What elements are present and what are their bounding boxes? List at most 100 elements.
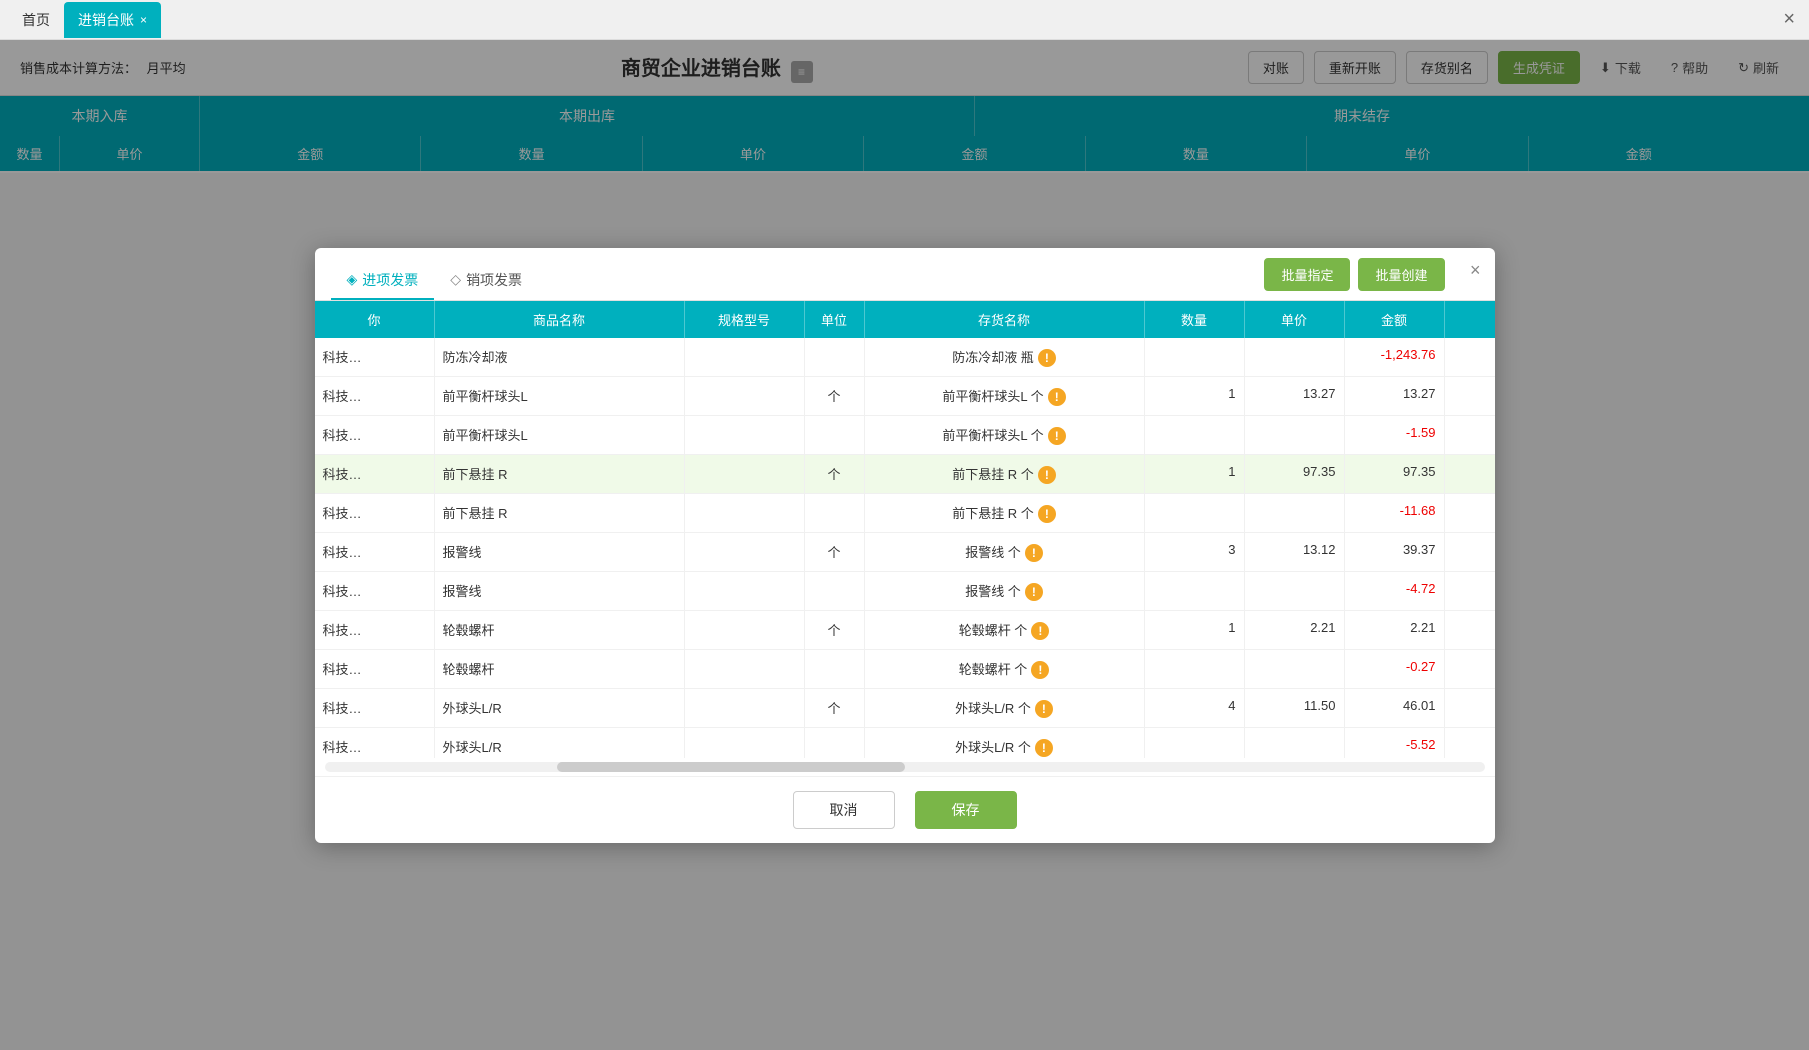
modal-table-body: 科技…防冻冷却液防冻冷却液 瓶!-1,243.76科技…前平衡杆球头L个前平衡杆… bbox=[315, 338, 1495, 758]
table-cell bbox=[1245, 338, 1345, 376]
table-row[interactable]: 科技…外球头L/R 外球头L/R 个! -5.52 bbox=[315, 728, 1495, 758]
th-col8: 金额 bbox=[1345, 301, 1445, 338]
batch-create-button[interactable]: 批量创建 bbox=[1358, 258, 1444, 291]
cancel-button[interactable]: 取消 bbox=[793, 791, 895, 829]
table-cell: 科技… bbox=[315, 494, 435, 532]
table-cell bbox=[685, 533, 805, 571]
table-cell: 外球头L/R 个! bbox=[865, 728, 1145, 758]
save-button[interactable]: 保存 bbox=[915, 791, 1017, 829]
th-col3: 规格型号 bbox=[685, 301, 805, 338]
modal-overlay: ◈ 进项发票 ◇ 销项发票 批量指定 批量创建 × 你 bbox=[0, 40, 1809, 1050]
batch-assign-button[interactable]: 批量指定 bbox=[1264, 258, 1350, 291]
table-row[interactable]: 科技…报警线报警线 个!-4.72 bbox=[315, 572, 1495, 611]
tab-in-invoice[interactable]: ◈ 进项发票 bbox=[331, 262, 435, 300]
table-cell bbox=[1245, 416, 1345, 454]
table-cell: 科技… bbox=[315, 455, 435, 493]
warning-icon: ! bbox=[1035, 739, 1053, 757]
table-cell: 前平衡杆球头L bbox=[435, 377, 685, 415]
table-cell bbox=[685, 377, 805, 415]
table-cell bbox=[685, 611, 805, 649]
warning-icon: ! bbox=[1025, 583, 1043, 601]
modal-close-button[interactable]: × bbox=[1470, 260, 1481, 281]
table-cell: 报警线 bbox=[435, 533, 685, 571]
table-cell bbox=[685, 650, 805, 688]
modal-table-header: 你 商品名称 规格型号 单位 存货名称 数量 单价 金额 bbox=[315, 301, 1495, 338]
warning-icon: ! bbox=[1038, 349, 1056, 367]
table-cell: 1 bbox=[1145, 611, 1245, 649]
table-row[interactable]: 科技…防冻冷却液防冻冷却液 瓶!-1,243.76 bbox=[315, 338, 1495, 377]
table-row[interactable]: 科技…轮毂螺杆轮毂螺杆 个!-0.27 bbox=[315, 650, 1495, 689]
table-cell: 科技… bbox=[315, 572, 435, 610]
table-row[interactable]: 科技…轮毂螺杆个轮毂螺杆 个!12.212.21 bbox=[315, 611, 1495, 650]
table-cell: 前下悬挂 R bbox=[435, 494, 685, 532]
warning-icon: ! bbox=[1031, 661, 1049, 679]
table-cell bbox=[805, 728, 865, 758]
modal-scrollbar-thumb[interactable] bbox=[557, 762, 905, 772]
table-cell: 轮毂螺杆 bbox=[435, 611, 685, 649]
table-cell bbox=[805, 494, 865, 532]
table-row[interactable]: 科技…报警线个报警线 个!313.1239.37 bbox=[315, 533, 1495, 572]
table-cell bbox=[685, 572, 805, 610]
table-cell: 科技… bbox=[315, 650, 435, 688]
table-row[interactable]: 科技…前平衡杆球头L个前平衡杆球头L 个!113.2713.27 bbox=[315, 377, 1495, 416]
warning-icon: ! bbox=[1031, 622, 1049, 640]
table-cell: -1.59 bbox=[1345, 416, 1445, 454]
table-cell: -5.52 bbox=[1345, 728, 1445, 758]
tab-home[interactable]: 首页 bbox=[8, 2, 64, 38]
table-cell bbox=[805, 572, 865, 610]
table-cell: 97.35 bbox=[1345, 455, 1445, 493]
warning-icon: ! bbox=[1035, 700, 1053, 718]
table-row[interactable]: 科技…前平衡杆球头L前平衡杆球头L 个!-1.59 bbox=[315, 416, 1495, 455]
th-col6: 数量 bbox=[1145, 301, 1245, 338]
table-cell bbox=[1245, 728, 1345, 758]
modal-toolbar: 批量指定 批量创建 bbox=[1264, 258, 1444, 291]
table-cell: 防冻冷却液 bbox=[435, 338, 685, 376]
table-cell: 1 bbox=[1145, 377, 1245, 415]
th-col2: 商品名称 bbox=[435, 301, 685, 338]
table-cell bbox=[1245, 572, 1345, 610]
th-col4: 单位 bbox=[805, 301, 865, 338]
table-cell: 个 bbox=[805, 689, 865, 727]
table-cell: 39.37 bbox=[1345, 533, 1445, 571]
table-cell: 轮毂螺杆 个! bbox=[865, 611, 1145, 649]
table-cell: 科技… bbox=[315, 728, 435, 758]
tab-ledger[interactable]: 进销台账 × bbox=[64, 2, 161, 38]
table-cell: 前下悬挂 R bbox=[435, 455, 685, 493]
table-cell bbox=[685, 728, 805, 758]
table-row[interactable]: 科技…前下悬挂 R前下悬挂 R 个!-11.68 bbox=[315, 494, 1495, 533]
table-cell: 前平衡杆球头L bbox=[435, 416, 685, 454]
table-cell: 个 bbox=[805, 377, 865, 415]
modal-table: 你 商品名称 规格型号 单位 存货名称 数量 单价 金额 科技…防冻冷却液防冻冷… bbox=[315, 301, 1495, 758]
table-cell: 13.27 bbox=[1245, 377, 1345, 415]
th-col7: 单价 bbox=[1245, 301, 1345, 338]
table-cell: 2.21 bbox=[1245, 611, 1345, 649]
table-cell: 97.35 bbox=[1245, 455, 1345, 493]
table-cell: -4.72 bbox=[1345, 572, 1445, 610]
warning-icon: ! bbox=[1038, 466, 1056, 484]
modal-scrollbar[interactable] bbox=[325, 762, 1485, 772]
table-row[interactable]: 科技…前下悬挂 R个前下悬挂 R 个!197.3597.35 bbox=[315, 455, 1495, 494]
table-cell: 4 bbox=[1145, 689, 1245, 727]
invoice-in-icon: ◈ bbox=[347, 271, 358, 288]
table-cell bbox=[685, 689, 805, 727]
tab-close-icon[interactable]: × bbox=[140, 13, 147, 27]
table-cell: 前平衡杆球头L 个! bbox=[865, 377, 1145, 415]
warning-icon: ! bbox=[1048, 427, 1066, 445]
table-cell bbox=[1145, 416, 1245, 454]
table-cell: 前平衡杆球头L 个! bbox=[865, 416, 1145, 454]
window-close-icon[interactable]: × bbox=[1783, 8, 1795, 31]
tab-out-invoice[interactable]: ◇ 销项发票 bbox=[434, 262, 538, 300]
table-cell bbox=[1145, 338, 1245, 376]
table-cell bbox=[685, 494, 805, 532]
table-cell bbox=[805, 416, 865, 454]
th-col5: 存货名称 bbox=[865, 301, 1145, 338]
table-cell: -11.68 bbox=[1345, 494, 1445, 532]
table-cell bbox=[1245, 494, 1345, 532]
table-cell: 外球头L/R bbox=[435, 689, 685, 727]
table-cell: 外球头L/R bbox=[435, 728, 685, 758]
warning-icon: ! bbox=[1048, 388, 1066, 406]
table-cell: 个 bbox=[805, 455, 865, 493]
table-row[interactable]: 科技…外球头L/R个外球头L/R 个!411.5046.01 bbox=[315, 689, 1495, 728]
table-cell: 轮毂螺杆 bbox=[435, 650, 685, 688]
table-cell: 科技… bbox=[315, 611, 435, 649]
